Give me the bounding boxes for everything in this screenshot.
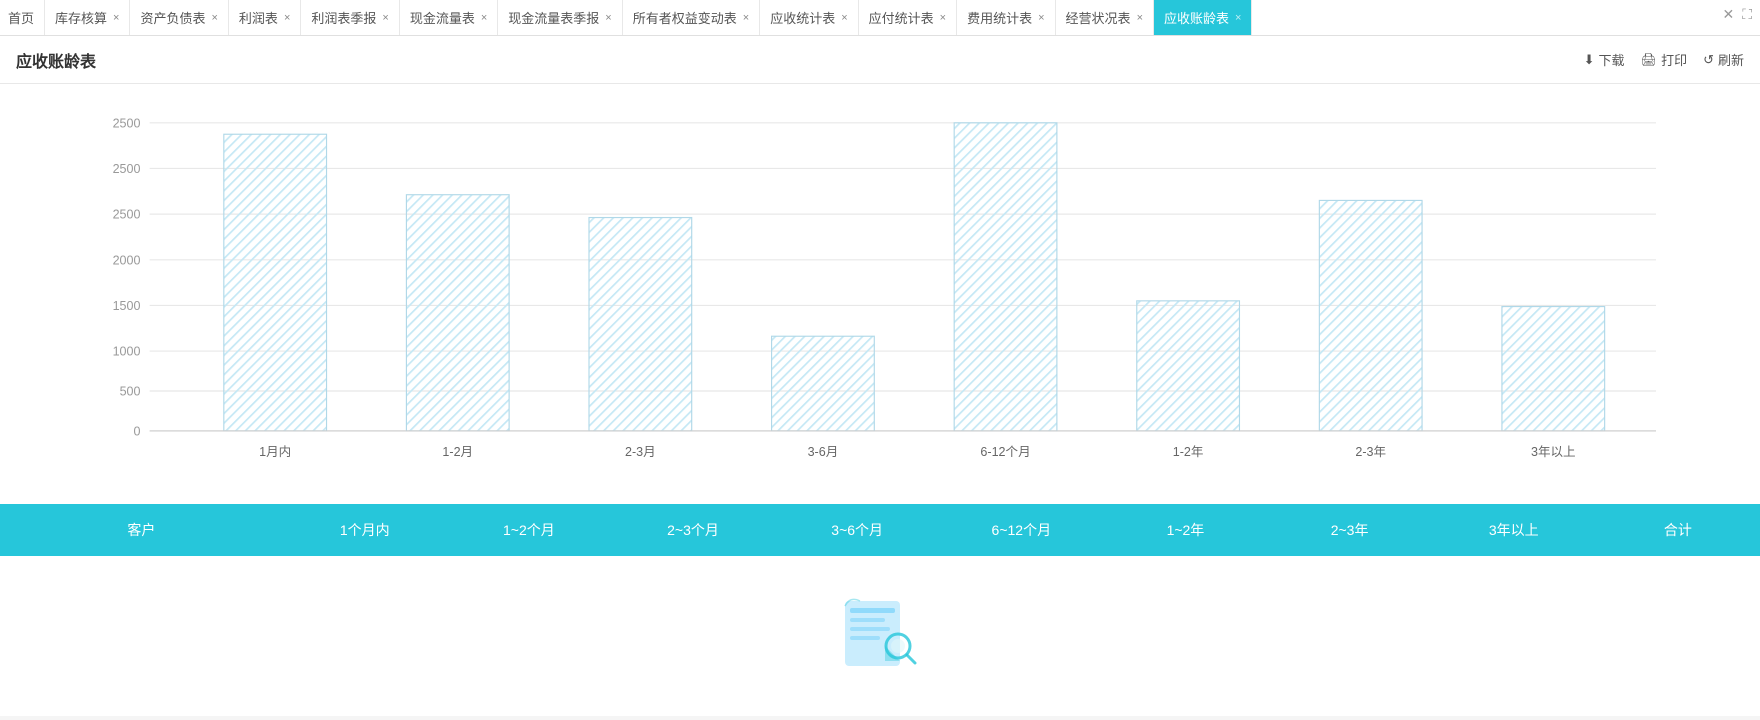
svg-text:2500: 2500 (113, 208, 141, 222)
tab-equity[interactable]: 所有者权益变动表 × (623, 0, 760, 36)
tab-label-profit_quarterly: 利润表季报 (311, 8, 376, 27)
tab-expense_stats[interactable]: 费用统计表 × (957, 0, 1055, 36)
svg-text:3-6月: 3-6月 (808, 445, 839, 459)
tabs-container: 首页库存核算×资产负债表×利润表×利润表季报×现金流量表×现金流量表季报×所有者… (8, 0, 1252, 36)
tab-cashflow[interactable]: 现金流量表 × (400, 0, 498, 36)
refresh-button[interactable]: ↺ 刷新 (1703, 50, 1744, 69)
tab-ar_aging[interactable]: 应收账龄表 × (1154, 0, 1252, 36)
tab-label-cashflow: 现金流量表 (410, 8, 475, 27)
download-button[interactable]: ⬇ 下载 (1584, 50, 1625, 69)
tab-cashflow_quarterly[interactable]: 现金流量表季报 × (498, 0, 622, 36)
page-title: 应收账龄表 (16, 48, 96, 72)
close-window-button[interactable]: ✕ (1722, 6, 1734, 23)
table-header-total: 合计 (1596, 520, 1760, 540)
tab-label-profit: 利润表 (239, 8, 278, 27)
download-icon: ⬇ (1584, 52, 1595, 68)
table-header-3_6m: 3~6个月 (775, 520, 939, 540)
bar-chart: 2500 2500 2500 2000 1500 1000 500 0 1月内 … (24, 100, 1736, 488)
tab-close-expense_stats[interactable]: × (1038, 12, 1044, 24)
refresh-icon: ↺ (1703, 52, 1714, 68)
tab-close-ar_stats[interactable]: × (841, 12, 847, 24)
svg-text:3年以上: 3年以上 (1531, 445, 1576, 459)
tab-close-operations[interactable]: × (1137, 12, 1143, 24)
svg-text:2000: 2000 (113, 253, 141, 267)
tab-label-balance: 资产负债表 (140, 8, 205, 27)
tab-close-profit_quarterly[interactable]: × (382, 12, 388, 24)
maximize-window-button[interactable]: ⛶ (1742, 6, 1752, 23)
tab-label-expense_stats: 费用统计表 (967, 8, 1032, 27)
tab-label-ar_stats: 应收统计表 (770, 8, 835, 27)
tab-operations[interactable]: 经营状况表 × (1056, 0, 1154, 36)
tab-close-equity[interactable]: × (743, 12, 749, 24)
tab-label-home: 首页 (8, 8, 34, 27)
tab-close-cashflow_quarterly[interactable]: × (605, 12, 611, 24)
svg-text:1000: 1000 (113, 345, 141, 359)
tab-label-ap_stats: 应付统计表 (869, 8, 934, 27)
tab-inventory[interactable]: 库存核算 × (45, 0, 130, 36)
tab-close-ar_aging[interactable]: × (1235, 12, 1241, 24)
table-header-1_2y: 1~2年 (1103, 520, 1267, 540)
table-header-2_3m: 2~3个月 (611, 520, 775, 540)
page-actions: ⬇ 下载 🖨 打印 ↺ 刷新 (1584, 50, 1744, 69)
svg-text:1-2月: 1-2月 (442, 445, 473, 459)
table-header-1_2m: 1~2个月 (447, 520, 611, 540)
tab-profit_quarterly[interactable]: 利润表季报 × (301, 0, 399, 36)
tab-label-inventory: 库存核算 (55, 8, 107, 27)
svg-text:1-2年: 1-2年 (1173, 445, 1204, 459)
print-icon: 🖨 (1641, 52, 1658, 68)
tab-label-ar_aging: 应收账龄表 (1164, 8, 1229, 27)
tab-close-inventory[interactable]: × (113, 12, 119, 24)
svg-text:1月内: 1月内 (259, 445, 291, 459)
tab-home[interactable]: 首页 (8, 0, 45, 36)
svg-text:0: 0 (134, 425, 141, 439)
empty-state-icon (830, 596, 930, 676)
tab-close-balance[interactable]: × (211, 12, 217, 24)
tab-ap_stats[interactable]: 应付统计表 × (859, 0, 957, 36)
table-header-customer: 客户 (0, 520, 283, 540)
tab-close-profit[interactable]: × (284, 12, 290, 24)
page-header: 应收账龄表 ⬇ 下载 🖨 打印 ↺ 刷新 (0, 36, 1760, 84)
tab-balance[interactable]: 资产负债表 × (130, 0, 228, 36)
table-header: 客户1个月内1~2个月2~3个月3~6个月6~12个月1~2年2~3年3年以上合… (0, 504, 1760, 556)
svg-text:2500: 2500 (113, 162, 141, 176)
tab-label-equity: 所有者权益变动表 (633, 8, 737, 27)
svg-text:2-3月: 2-3月 (625, 445, 656, 459)
table-body-empty (0, 556, 1760, 716)
tab-ar_stats[interactable]: 应收统计表 × (760, 0, 858, 36)
tab-bar: 首页库存核算×资产负债表×利润表×利润表季报×现金流量表×现金流量表季报×所有者… (0, 0, 1760, 36)
svg-text:500: 500 (120, 385, 141, 399)
tab-close-ap_stats[interactable]: × (940, 12, 946, 24)
svg-text:2-3年: 2-3年 (1355, 445, 1386, 459)
main-content: 2500 2500 2500 2000 1500 1000 500 0 1月内 … (0, 84, 1760, 716)
print-button[interactable]: 🖨 打印 (1641, 50, 1688, 69)
chart-area: 2500 2500 2500 2000 1500 1000 500 0 1月内 … (0, 84, 1760, 504)
svg-text:6-12个月: 6-12个月 (980, 445, 1030, 459)
tab-profit[interactable]: 利润表 × (229, 0, 301, 36)
tab-label-cashflow_quarterly: 现金流量表季报 (508, 8, 599, 27)
window-controls: ✕ ⛶ (1722, 6, 1752, 23)
svg-text:1500: 1500 (113, 299, 141, 313)
svg-text:2500: 2500 (113, 116, 141, 130)
table-header-3y_plus: 3年以上 (1432, 520, 1596, 540)
table-header-2_3y: 2~3年 (1268, 520, 1432, 540)
table-header-within_1m: 1个月内 (283, 520, 447, 540)
tab-label-operations: 经营状况表 (1066, 8, 1131, 27)
table-header-6_12m: 6~12个月 (939, 520, 1103, 540)
tab-close-cashflow[interactable]: × (481, 12, 487, 24)
